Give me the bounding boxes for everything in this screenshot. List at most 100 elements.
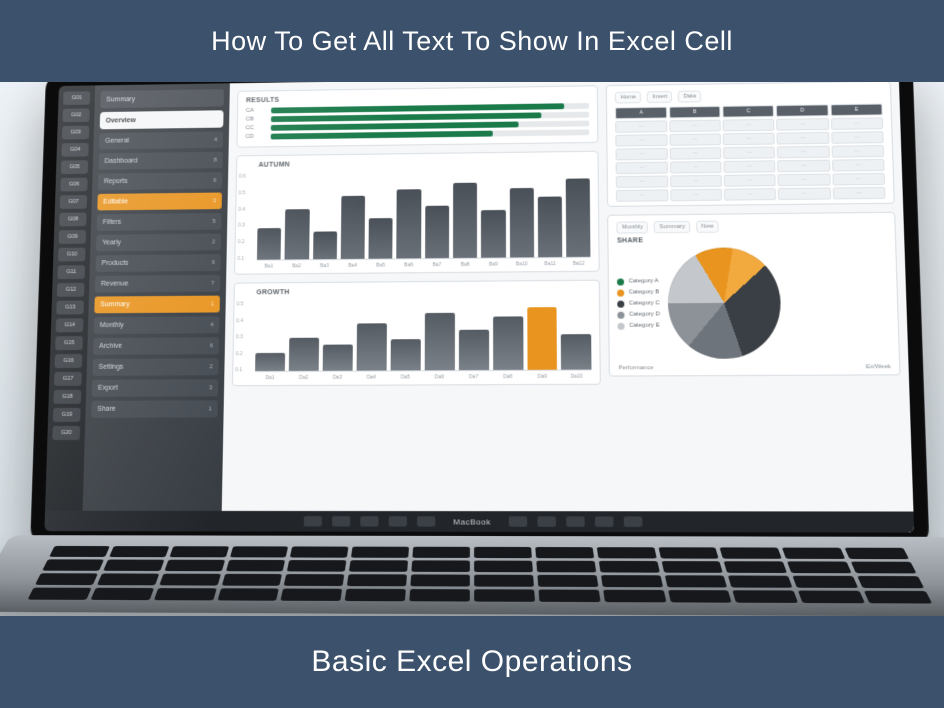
keyboard-key xyxy=(347,574,407,586)
sidebar-item[interactable]: Dashboard8 xyxy=(98,152,222,170)
grid-header-cell[interactable]: B xyxy=(669,106,721,118)
sidebar-item[interactable]: Summary1 xyxy=(94,296,220,314)
grid-cell[interactable]: ··· xyxy=(669,147,721,159)
rail-chip[interactable]: G06 xyxy=(60,178,87,192)
sidebar-item[interactable]: Archive6 xyxy=(93,337,219,355)
keyboard-key xyxy=(728,575,792,587)
rail-chip[interactable]: G14 xyxy=(56,318,84,332)
keyboard-key xyxy=(798,590,865,603)
rail-chip[interactable]: G01 xyxy=(63,91,90,105)
keyboard-key xyxy=(409,589,469,602)
grid-cell[interactable]: ··· xyxy=(723,146,775,159)
sidebar-item[interactable]: Revenue7 xyxy=(95,275,220,293)
keyboard-key xyxy=(226,560,286,572)
sidebar-item[interactable]: Filters5 xyxy=(97,213,222,231)
sidebar-item[interactable]: Reports6 xyxy=(98,172,222,190)
grid-cell[interactable]: ··· xyxy=(778,174,831,187)
grid-tab[interactable]: Insert xyxy=(647,91,672,103)
rail-chip[interactable]: G13 xyxy=(56,301,84,315)
grid-cell[interactable]: ··· xyxy=(616,134,668,146)
grid-cell[interactable]: ··· xyxy=(616,148,668,160)
grid-cell[interactable]: ··· xyxy=(616,189,668,201)
pie-title: Share xyxy=(617,235,887,245)
data-grid[interactable]: ABCDE···································… xyxy=(615,104,885,202)
header-banner: How To Get All Text To Show In Excel Cel… xyxy=(0,0,944,82)
keyboard-key xyxy=(536,561,596,573)
grid-cell[interactable]: ··· xyxy=(832,159,885,172)
grid-cell[interactable]: ··· xyxy=(776,118,828,131)
grid-cell[interactable]: ··· xyxy=(723,119,775,132)
grid-cell[interactable]: ··· xyxy=(832,173,885,186)
rail-chip[interactable]: G11 xyxy=(57,265,85,279)
sidebar-item[interactable]: Yearly2 xyxy=(96,234,221,252)
grid-cell[interactable]: ··· xyxy=(616,162,668,174)
grid-cell[interactable]: ··· xyxy=(616,175,668,187)
rail-chip[interactable]: G19 xyxy=(53,408,81,422)
grid-cell[interactable]: ··· xyxy=(724,188,776,201)
grid-cell[interactable]: ··· xyxy=(778,187,831,200)
sidebar-item[interactable]: Editable3 xyxy=(97,193,222,211)
grid-cell[interactable]: ··· xyxy=(670,175,722,187)
rail-chip[interactable]: G12 xyxy=(57,283,85,297)
grid-tab[interactable]: Home xyxy=(615,91,641,103)
keyboard-key xyxy=(535,547,594,558)
sidebar-item[interactable]: Settings2 xyxy=(92,358,218,376)
grid-header-cell[interactable]: C xyxy=(722,105,774,118)
rail-chip[interactable]: G15 xyxy=(55,336,83,350)
grid-tab[interactable]: Data xyxy=(678,91,701,103)
rail-chip[interactable]: G16 xyxy=(55,354,83,368)
grid-cell[interactable]: ··· xyxy=(616,120,668,132)
grid-cell[interactable]: ··· xyxy=(777,132,829,145)
progress-panel: Results CACBCCCD xyxy=(236,85,598,147)
rail-chip[interactable]: G08 xyxy=(59,212,86,226)
rail-chip[interactable]: G07 xyxy=(60,195,87,209)
grid-header-cell[interactable]: A xyxy=(615,107,667,119)
keyboard-key xyxy=(164,560,225,572)
rail-chip[interactable]: G04 xyxy=(61,143,88,157)
sidebar-item[interactable]: Share1 xyxy=(91,400,218,417)
rail-chip[interactable]: G03 xyxy=(62,126,89,140)
rail-chip[interactable]: G09 xyxy=(59,230,86,244)
grid-cell[interactable]: ··· xyxy=(669,133,721,145)
legend-item: Category A xyxy=(617,278,659,285)
sidebar-item[interactable]: Products9 xyxy=(95,254,220,272)
grid-cell[interactable]: ··· xyxy=(831,117,884,130)
grid-cell[interactable]: ··· xyxy=(777,160,830,173)
rail-chip[interactable]: G02 xyxy=(63,108,90,122)
rail-chip[interactable]: G10 xyxy=(58,248,86,262)
sidebar-overview-pill[interactable]: Overview xyxy=(100,110,224,129)
grid-cell[interactable]: ··· xyxy=(670,161,722,173)
grid-header-cell[interactable]: E xyxy=(830,104,883,117)
rail-chip[interactable]: G18 xyxy=(53,390,81,404)
grid-cell[interactable]: ··· xyxy=(777,146,829,159)
rail-chip[interactable]: G20 xyxy=(52,426,80,440)
keyboard-key xyxy=(603,590,666,603)
grid-cell[interactable]: ··· xyxy=(670,189,722,201)
pie-tab[interactable]: Monthly xyxy=(617,221,648,233)
pie-sub-b: Ex/Week xyxy=(866,364,891,370)
bar xyxy=(527,308,558,370)
bar-top-chart xyxy=(257,169,591,261)
grid-cell[interactable]: ··· xyxy=(831,131,884,144)
rail-chip[interactable]: G05 xyxy=(61,160,88,174)
sidebar-item[interactable]: Export3 xyxy=(92,379,218,397)
laptop-brand: MacBook xyxy=(453,517,491,526)
grid-cell[interactable]: ··· xyxy=(831,145,884,158)
keyboard-key xyxy=(474,547,532,558)
grid-cell[interactable]: ··· xyxy=(669,120,721,132)
grid-cell[interactable]: ··· xyxy=(724,174,776,187)
grid-cell[interactable]: ··· xyxy=(723,160,775,173)
grid-cell[interactable]: ··· xyxy=(723,133,775,146)
rail-chip[interactable]: G17 xyxy=(54,372,82,386)
sidebar-item[interactable]: Monthly4 xyxy=(94,316,220,334)
sidebar-item[interactable]: General4 xyxy=(99,131,223,149)
grid-cell[interactable]: ··· xyxy=(833,187,886,200)
keyboard-key xyxy=(103,559,164,571)
keyboard-key xyxy=(109,546,169,557)
keyboard-key xyxy=(658,547,719,558)
bar-top-title: Autumn xyxy=(258,158,590,169)
pie-tab[interactable]: Summary xyxy=(654,221,690,233)
keyboard-key xyxy=(221,574,282,586)
grid-header-cell[interactable]: D xyxy=(776,104,828,117)
pie-tab[interactable]: New xyxy=(696,221,719,233)
